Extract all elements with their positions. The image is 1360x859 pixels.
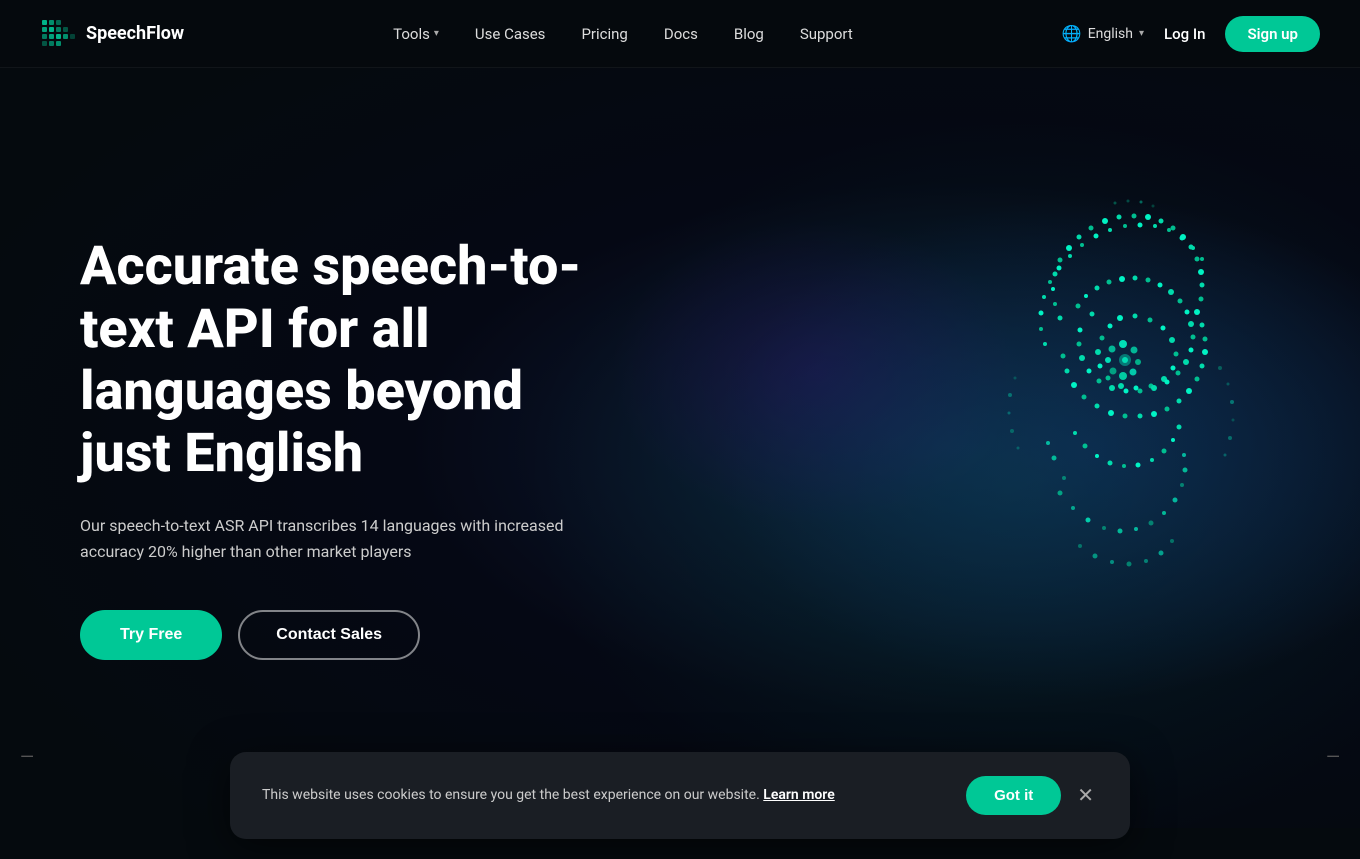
- nav-docs-link[interactable]: Docs: [664, 25, 698, 43]
- lang-chevron-icon: ▾: [1139, 28, 1144, 39]
- nav-tools-link[interactable]: Tools ▾: [393, 25, 439, 43]
- nav-use-cases-link[interactable]: Use Cases: [475, 25, 546, 43]
- scroll-right-indicator: —: [1326, 747, 1340, 768]
- learn-more-link[interactable]: Learn more: [763, 787, 834, 803]
- login-button[interactable]: Log In: [1164, 25, 1205, 43]
- hero-title: Accurate speech-to-text API for all lang…: [80, 236, 600, 484]
- brand-name: SpeechFlow: [86, 23, 184, 44]
- navbar: SpeechFlow Tools ▾ Use Cases Pricing Doc…: [0, 0, 1360, 68]
- nav-blog-link[interactable]: Blog: [734, 25, 764, 43]
- logo-link[interactable]: SpeechFlow: [40, 16, 184, 52]
- got-it-button[interactable]: Got it: [966, 776, 1061, 815]
- tools-label: Tools: [393, 25, 430, 43]
- contact-sales-button[interactable]: Contact Sales: [238, 610, 420, 660]
- spiral-visual: [860, 188, 1360, 708]
- globe-icon: 🌐: [1062, 24, 1082, 43]
- language-label: English: [1088, 26, 1133, 42]
- close-cookie-button[interactable]: ✕: [1073, 782, 1098, 810]
- nav-right: 🌐 English ▾ Log In Sign up: [1062, 16, 1320, 52]
- hero-subtitle: Our speech-to-text ASR API transcribes 1…: [80, 513, 600, 566]
- hero-actions: Try Free Contact Sales: [80, 610, 600, 660]
- cookie-banner: This website uses cookies to ensure you …: [230, 752, 1130, 839]
- cookie-message: This website uses cookies to ensure you …: [262, 785, 835, 806]
- nav-pricing-link[interactable]: Pricing: [581, 25, 627, 43]
- cookie-actions: Got it ✕: [966, 776, 1098, 815]
- hero-section: Accurate speech-to-text API for all lang…: [0, 68, 1360, 828]
- nav-links: Tools ▾ Use Cases Pricing Docs Blog Supp…: [393, 24, 853, 43]
- hero-content: Accurate speech-to-text API for all lang…: [0, 236, 680, 659]
- tools-chevron-icon: ▾: [434, 28, 439, 39]
- language-selector[interactable]: 🌐 English ▾: [1062, 24, 1144, 43]
- nav-support-link[interactable]: Support: [800, 25, 853, 43]
- scroll-left-indicator: —: [20, 747, 34, 768]
- signup-button[interactable]: Sign up: [1225, 16, 1320, 52]
- hero-visual: [860, 188, 1360, 708]
- try-free-button[interactable]: Try Free: [80, 610, 222, 660]
- logo-icon: [40, 16, 76, 52]
